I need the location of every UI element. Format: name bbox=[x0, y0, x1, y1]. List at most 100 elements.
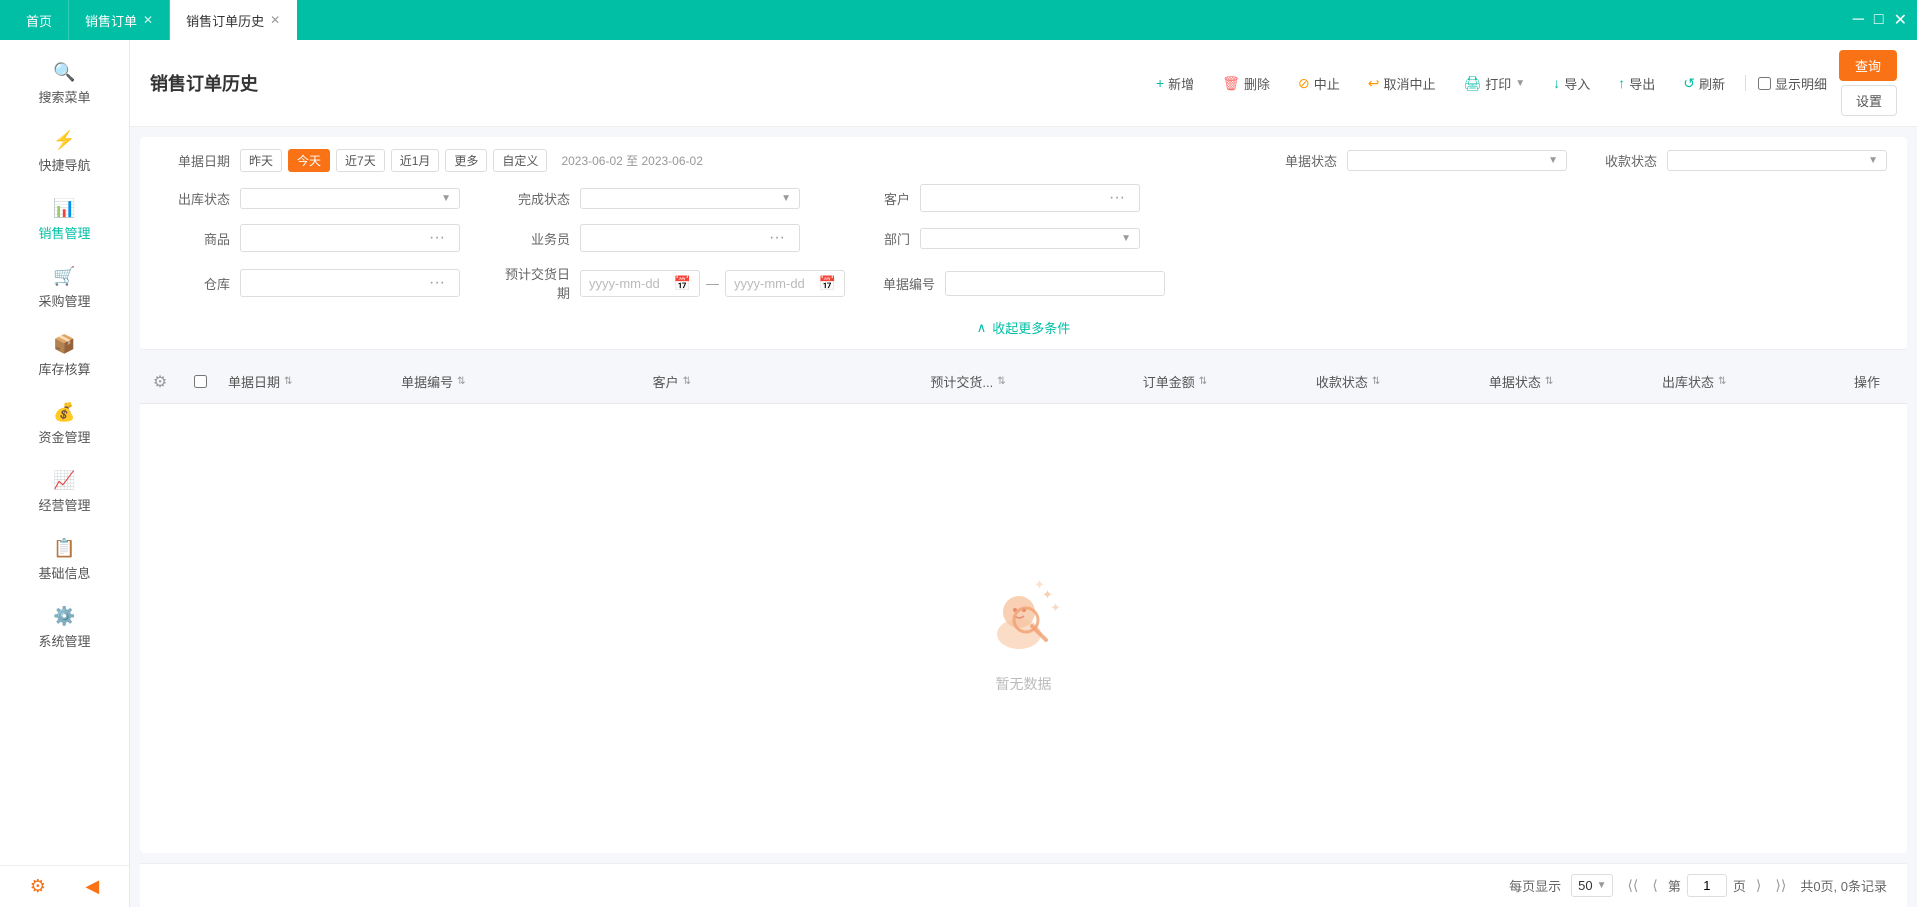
stop-button[interactable]: ⊘ 中止 bbox=[1290, 70, 1348, 97]
date-btn-1month[interactable]: 近1月 bbox=[391, 149, 440, 172]
date-btn-yesterday[interactable]: 昨天 bbox=[240, 149, 282, 172]
collapse-row[interactable]: ∧ 收起更多条件 bbox=[160, 314, 1887, 337]
sidebar-collapse-icon[interactable]: ◀ bbox=[85, 876, 99, 897]
warehouse-text-input[interactable] bbox=[249, 276, 423, 291]
tab-sales-order-label: 销售订单 bbox=[85, 11, 137, 30]
page-number-input[interactable] bbox=[1687, 874, 1727, 897]
th-date-label: 单据日期 bbox=[228, 372, 280, 391]
sidebar-item-quick-nav[interactable]: ⚡ 快捷导航 bbox=[0, 118, 129, 186]
salesman-text-input[interactable] bbox=[589, 231, 763, 246]
select-all-checkbox[interactable] bbox=[194, 375, 207, 388]
customer-input[interactable]: ··· bbox=[920, 184, 1140, 212]
sidebar-settings-icon[interactable]: ⚙ bbox=[30, 876, 46, 897]
sidebar-item-operations[interactable]: 📈 经营管理 bbox=[0, 458, 129, 526]
th-customer[interactable]: 客户 ⇅ bbox=[645, 372, 923, 391]
sort-customer-icon[interactable]: ⇅ bbox=[683, 376, 691, 387]
cancel-stop-button[interactable]: ↩ 取消中止 bbox=[1360, 70, 1444, 97]
sort-warehouse-icon[interactable]: ⇅ bbox=[1718, 376, 1726, 387]
order-status-select[interactable]: ▼ bbox=[1347, 150, 1567, 171]
th-checkbox[interactable] bbox=[180, 375, 220, 388]
calendar-to-icon[interactable]: 📅 bbox=[819, 275, 836, 292]
tab-home[interactable]: 首页 bbox=[10, 0, 69, 40]
th-warehouse[interactable]: 出库状态 ⇅ bbox=[1654, 372, 1827, 391]
setting-button[interactable]: 设置 bbox=[1841, 85, 1897, 116]
th-payment[interactable]: 收款状态 ⇅ bbox=[1308, 372, 1481, 391]
th-payment-label: 收款状态 bbox=[1316, 372, 1368, 391]
tab-sales-order-close[interactable]: ✕ bbox=[143, 13, 153, 27]
sidebar-item-inventory[interactable]: 📦 库存核算 bbox=[0, 322, 129, 390]
next-page-btn[interactable]: ⟩ bbox=[1752, 875, 1765, 896]
order-no-input[interactable] bbox=[945, 271, 1165, 296]
close-btn[interactable]: ✕ bbox=[1894, 10, 1907, 30]
warehouse-dots-icon[interactable]: ··· bbox=[423, 274, 451, 292]
th-amount[interactable]: 订单金额 ⇅ bbox=[1135, 372, 1308, 391]
date-btn-custom[interactable]: 自定义 bbox=[493, 149, 547, 172]
product-input[interactable]: ··· bbox=[240, 224, 460, 252]
calendar-from-icon[interactable]: 📅 bbox=[674, 275, 691, 292]
th-no[interactable]: 单据编号 ⇅ bbox=[393, 372, 645, 391]
product-dots-icon[interactable]: ··· bbox=[423, 229, 451, 247]
tab-sales-history-close[interactable]: ✕ bbox=[270, 13, 280, 27]
page-size-arrow-icon: ▼ bbox=[1597, 880, 1607, 891]
sort-amount-icon[interactable]: ⇅ bbox=[1199, 376, 1207, 387]
order-no-text-input[interactable] bbox=[954, 276, 1156, 291]
prev-page-btn[interactable]: ⟨ bbox=[1648, 875, 1661, 896]
date-btn-more[interactable]: 更多 bbox=[445, 149, 487, 172]
maximize-btn[interactable]: □ bbox=[1874, 11, 1884, 29]
sidebar-item-sales[interactable]: 📊 销售管理 bbox=[0, 186, 129, 254]
sort-date-icon[interactable]: ⇅ bbox=[284, 376, 292, 387]
sidebar-item-finance[interactable]: 💰 资金管理 bbox=[0, 390, 129, 458]
query-button[interactable]: 查询 bbox=[1839, 50, 1897, 81]
refresh-button[interactable]: ↺ 刷新 bbox=[1675, 70, 1733, 97]
sidebar-item-system[interactable]: ⚙️ 系统管理 bbox=[0, 594, 129, 662]
department-label: 部门 bbox=[840, 229, 920, 248]
payment-status-select[interactable]: ▼ bbox=[1667, 150, 1887, 171]
sidebar-item-purchase[interactable]: 🛒 采购管理 bbox=[0, 254, 129, 322]
new-button[interactable]: + 新增 bbox=[1148, 70, 1202, 97]
last-page-btn[interactable]: ⟩⟩ bbox=[1771, 875, 1790, 896]
page-label: 第 bbox=[1668, 876, 1681, 895]
sidebar-item-basic-info[interactable]: 📋 基础信息 bbox=[0, 526, 129, 594]
warehouse-status-arrow-icon: ▼ bbox=[441, 193, 451, 204]
th-settings[interactable]: ⚙ bbox=[140, 372, 180, 392]
display-columns-checkbox[interactable] bbox=[1758, 77, 1771, 90]
gear-icon[interactable]: ⚙ bbox=[153, 372, 167, 392]
sort-delivery-icon[interactable]: ⇅ bbox=[997, 376, 1005, 387]
product-text-input[interactable] bbox=[249, 231, 423, 246]
salesman-input[interactable]: ··· bbox=[580, 224, 800, 252]
delete-button[interactable]: 🗑 删除 bbox=[1214, 70, 1278, 97]
sort-status-icon[interactable]: ⇅ bbox=[1545, 376, 1553, 387]
refresh-icon: ↺ bbox=[1683, 75, 1695, 92]
date-btn-today[interactable]: 今天 bbox=[288, 149, 330, 172]
customer-text-input[interactable] bbox=[929, 191, 1103, 206]
th-date[interactable]: 单据日期 ⇅ bbox=[220, 372, 393, 391]
tab-sales-order[interactable]: 销售订单 ✕ bbox=[69, 0, 170, 40]
department-select[interactable]: ▼ bbox=[920, 228, 1140, 249]
first-page-btn[interactable]: ⟨⟨ bbox=[1623, 875, 1642, 896]
th-amount-label: 订单金额 bbox=[1143, 372, 1195, 391]
delivery-date-to[interactable]: yyyy-mm-dd 📅 bbox=[725, 270, 845, 297]
th-delivery[interactable]: 预计交货... ⇅ bbox=[922, 372, 1134, 391]
import-icon: ↓ bbox=[1553, 75, 1560, 91]
th-status[interactable]: 单据状态 ⇅ bbox=[1481, 372, 1654, 391]
warehouse-input[interactable]: ··· bbox=[240, 269, 460, 297]
sort-no-icon[interactable]: ⇅ bbox=[457, 376, 465, 387]
page-size-select[interactable]: 50 ▼ bbox=[1571, 874, 1613, 897]
customer-dots-icon[interactable]: ··· bbox=[1103, 189, 1131, 207]
display-columns-toggle[interactable]: 显示明细 bbox=[1758, 74, 1827, 93]
completion-status-select[interactable]: ▼ bbox=[580, 188, 800, 209]
sort-payment-icon[interactable]: ⇅ bbox=[1372, 376, 1380, 387]
tab-sales-history[interactable]: 销售订单历史 ✕ bbox=[170, 0, 297, 40]
minimize-btn[interactable]: ─ bbox=[1853, 11, 1864, 29]
print-button[interactable]: 🖨 打印 ▼ bbox=[1455, 70, 1533, 97]
import-button[interactable]: ↓ 导入 bbox=[1545, 70, 1598, 97]
salesman-dots-icon[interactable]: ··· bbox=[763, 229, 791, 247]
delivery-date-from-text: yyyy-mm-dd bbox=[589, 276, 660, 291]
warehouse-status-select[interactable]: ▼ bbox=[240, 188, 460, 209]
date-btn-7days[interactable]: 近7天 bbox=[336, 149, 385, 172]
th-status-label: 单据状态 bbox=[1489, 372, 1541, 391]
basic-info-icon: 📋 bbox=[53, 538, 75, 559]
export-button[interactable]: ↑ 导出 bbox=[1610, 70, 1663, 97]
delivery-date-from[interactable]: yyyy-mm-dd 📅 bbox=[580, 270, 700, 297]
sidebar-item-search-menu[interactable]: 🔍 搜索菜单 bbox=[0, 50, 129, 118]
